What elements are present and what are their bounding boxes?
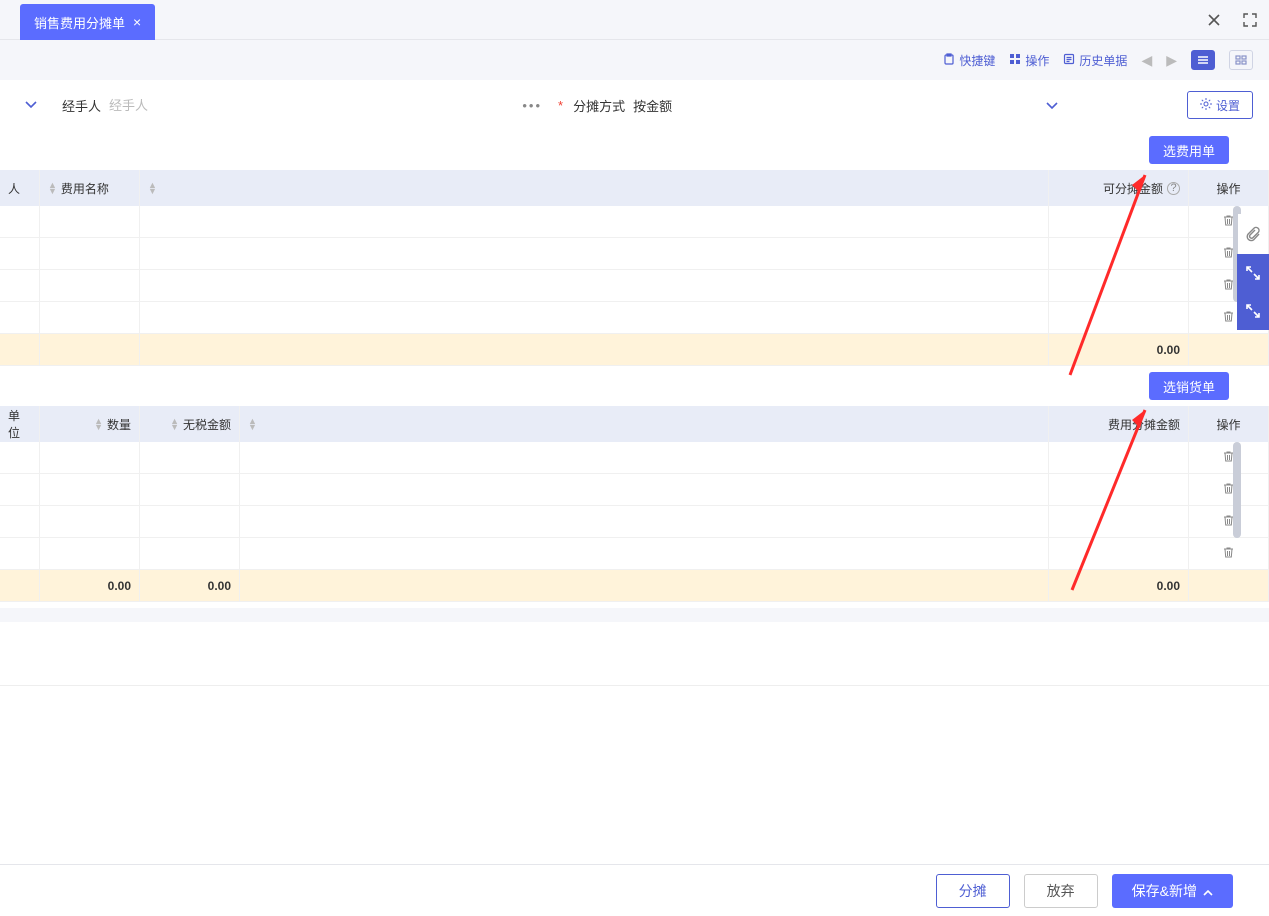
tab-active[interactable]: 销售费用分摊单 × — [20, 4, 155, 40]
method-field: * 分摊方式 按金额 — [558, 96, 1058, 115]
col-qty: 数量 — [107, 416, 131, 433]
gear-icon — [1200, 98, 1212, 113]
form-row: 经手人 ••• * 分摊方式 按金额 设置 — [0, 80, 1269, 130]
attachment-icon[interactable] — [1238, 214, 1268, 254]
table-row[interactable] — [0, 506, 1269, 538]
history-link[interactable]: 历史单据 — [1063, 52, 1127, 69]
expand-out-icon[interactable] — [1237, 254, 1269, 292]
handler-label: 经手人 — [62, 96, 101, 115]
shortcut-link[interactable]: 快捷键 — [943, 52, 995, 69]
table-row[interactable] — [0, 474, 1269, 506]
fullscreen-icon[interactable] — [1239, 9, 1261, 31]
expand-in-icon[interactable] — [1237, 292, 1269, 330]
select-expense-button[interactable]: 选费用单 — [1149, 136, 1229, 164]
sort-icon[interactable]: ▲▼ — [148, 182, 157, 194]
handler-field: 经手人 ••• — [62, 96, 542, 115]
view-list-icon[interactable] — [1191, 50, 1215, 70]
table-row[interactable] — [0, 302, 1269, 334]
handler-more-icon[interactable]: ••• — [522, 98, 542, 113]
chevron-up-icon — [1203, 883, 1213, 899]
table-row[interactable] — [0, 270, 1269, 302]
help-icon[interactable]: ? — [1167, 182, 1180, 195]
col-allocatable: 可分摊金额 — [1103, 180, 1163, 197]
required-mark: * — [558, 98, 563, 113]
col-notax: 无税金额 — [183, 416, 231, 433]
col-unit: 单位 — [8, 407, 31, 441]
method-label: 分摊方式 — [573, 96, 625, 115]
table-row[interactable] — [0, 206, 1269, 238]
col-op: 操作 — [1216, 416, 1240, 433]
table-row[interactable] — [0, 538, 1269, 570]
allocate-button[interactable]: 分摊 — [936, 874, 1010, 908]
clipboard-icon — [943, 53, 955, 68]
col-expense-name: 费用名称 — [61, 180, 109, 197]
summary-row: 0.00 — [0, 334, 1269, 366]
sales-table: 单位 ▲▼ 数量 ▲▼ 无税金额 ▲▼ 费用分摊金额 操作 0.000.000.00 — [0, 406, 1269, 602]
grid-icon — [1009, 53, 1021, 68]
sort-icon[interactable]: ▲▼ — [48, 182, 57, 194]
prev-doc-icon[interactable]: ◀ — [1141, 52, 1152, 69]
footer: 分摊 放弃 保存&新增 — [0, 864, 1269, 916]
tab-close-icon[interactable]: × — [133, 14, 141, 30]
window-close-icon[interactable] — [1203, 9, 1225, 31]
table-row[interactable] — [0, 238, 1269, 270]
sort-icon[interactable]: ▲▼ — [170, 418, 179, 430]
form-dropdown-icon[interactable] — [16, 101, 46, 109]
sort-icon[interactable]: ▲▼ — [94, 418, 103, 430]
sort-icon[interactable]: ▲▼ — [248, 418, 257, 430]
history-icon — [1063, 53, 1075, 68]
select-sales-button[interactable]: 选销货单 — [1149, 372, 1229, 400]
toolbar: 快捷键 操作 历史单据 ◀ ▶ — [0, 40, 1269, 80]
method-value[interactable]: 按金额 — [633, 96, 1038, 115]
discard-button[interactable]: 放弃 — [1024, 874, 1098, 908]
tab-title: 销售费用分摊单 — [34, 13, 125, 32]
col-person: 人 — [8, 180, 20, 197]
operate-link[interactable]: 操作 — [1009, 52, 1049, 69]
summary-row: 0.000.000.00 — [0, 570, 1269, 602]
handler-input[interactable] — [109, 98, 489, 113]
scrollbar-thumb[interactable] — [1233, 442, 1241, 538]
expense-table: 人 ▲▼费用名称 ▲▼ 可分摊金额? 操作 0.00 — [0, 170, 1269, 366]
col-allocation: 费用分摊金额 — [1108, 416, 1180, 433]
chevron-down-icon[interactable] — [1046, 98, 1058, 113]
next-doc-icon[interactable]: ▶ — [1166, 52, 1177, 69]
save-new-button[interactable]: 保存&新增 — [1112, 874, 1233, 908]
table-row[interactable] — [0, 442, 1269, 474]
